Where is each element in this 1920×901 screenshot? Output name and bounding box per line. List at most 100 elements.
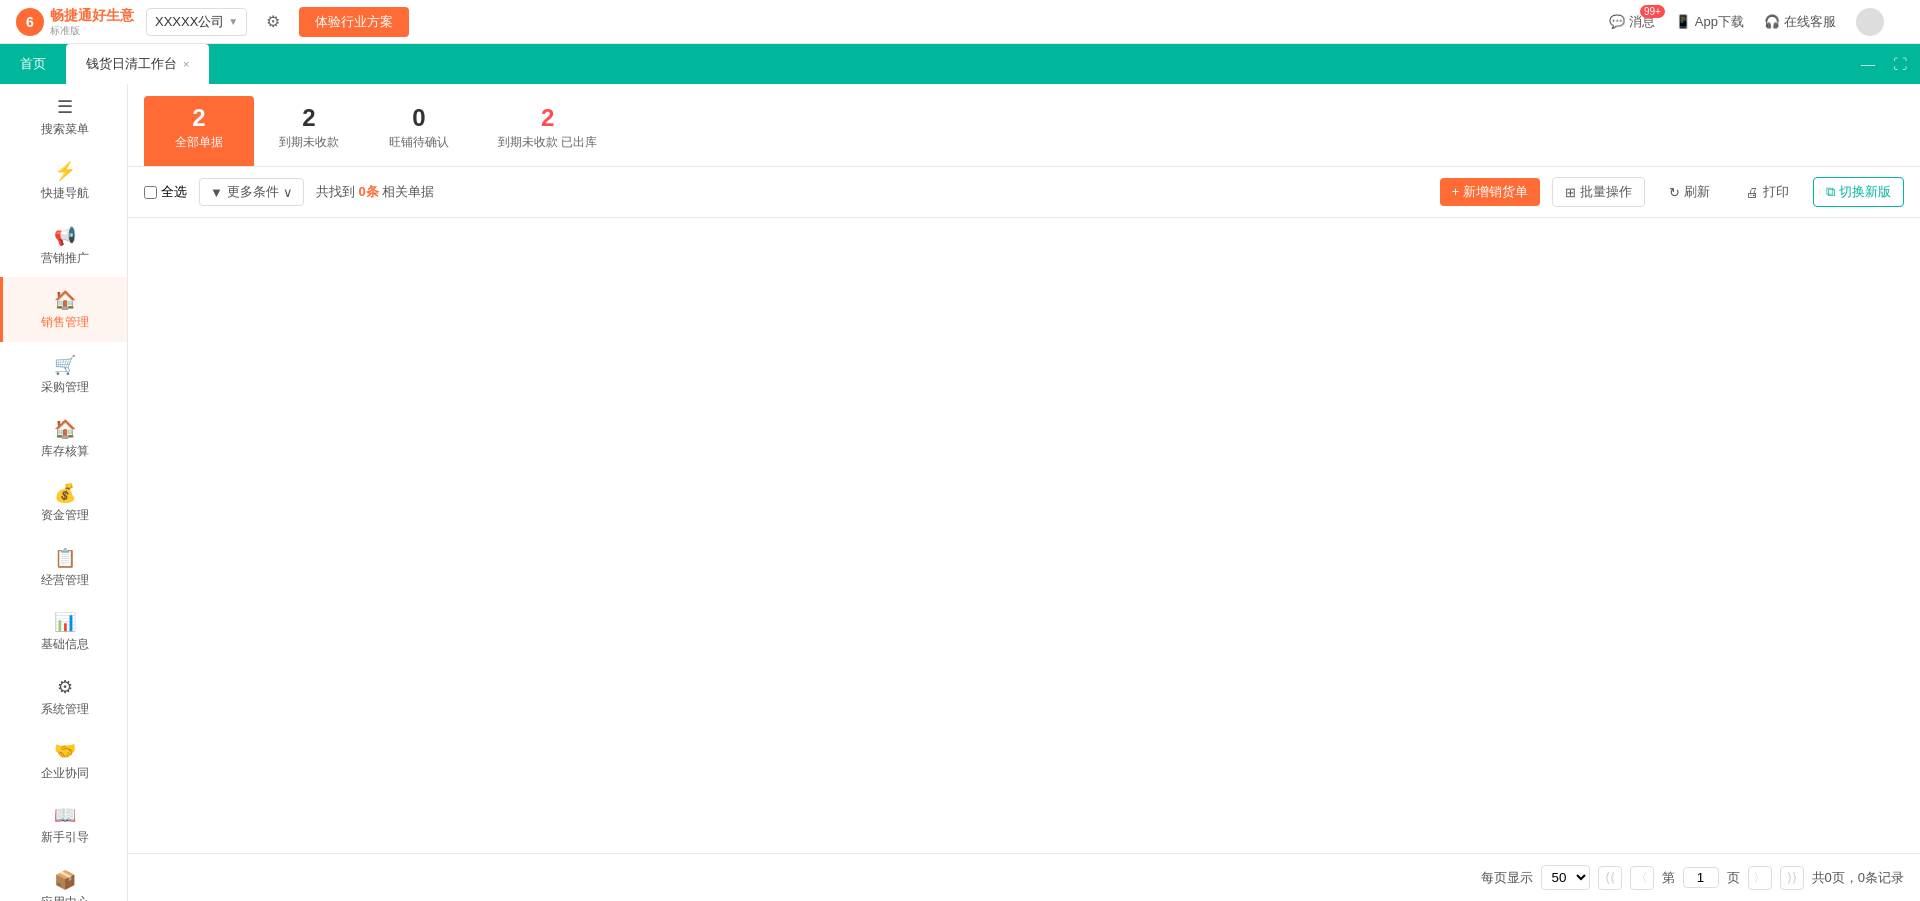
print-label: 打印 <box>1763 183 1789 201</box>
filter-button[interactable]: ▼ 更多条件 ∨ <box>199 178 304 206</box>
tab-work-bench[interactable]: 钱货日清工作台 × <box>66 44 209 84</box>
app-download-label: App下载 <box>1695 13 1744 31</box>
toolbar-left: 全选 ▼ 更多条件 ∨ 共找到 0条 相关单据 <box>144 178 1428 206</box>
system-icon: ⚙ <box>57 676 73 698</box>
sidebar-item-enterprise[interactable]: 🤝 企业协同 <box>0 728 127 792</box>
batch-button[interactable]: ⊞ 批量操作 <box>1552 177 1645 207</box>
search-menu-label: 搜索菜单 <box>41 122 89 136</box>
guide-label: 新手引导 <box>41 830 89 844</box>
sidebar-item-sales[interactable]: 🏠销售管理 <box>0 277 127 341</box>
sidebar-item-system[interactable]: ⚙ 系统管理 <box>0 664 127 728</box>
page-suffix: 页 <box>1727 869 1740 887</box>
stat-label-overdue: 到期未收款 <box>279 134 339 151</box>
stat-tab-all[interactable]: 2 全部单据 <box>144 96 254 166</box>
sidebar-item-marketing[interactable]: 📢 营销推广 <box>0 213 127 277</box>
refresh-button[interactable]: ↻ 刷新 <box>1657 178 1722 206</box>
header-left: 6 畅捷通好生意 标准版 XXXXX公司 ▼ ⚙ 体验行业方案 <box>16 6 409 37</box>
close-tab-icon[interactable]: × <box>183 58 189 70</box>
stat-tab-overdue[interactable]: 2 到期未收款 <box>254 96 364 166</box>
home-tab-label: 首页 <box>20 55 46 73</box>
trial-button[interactable]: 体验行业方案 <box>299 7 409 37</box>
stat-label-all: 全部单据 <box>175 134 223 151</box>
sidebar-item-operation[interactable]: 📋经营管理 <box>0 535 127 599</box>
header-right: 💬 消息 99+ 📱 App下载 🎧 在线客服 <box>1609 8 1904 36</box>
logo-icon: 6 <box>16 8 44 36</box>
first-page-button[interactable]: ⟨⟨ <box>1598 866 1622 890</box>
total-label: 共0页，0条记录 <box>1812 869 1904 887</box>
batch-icon: ⊞ <box>1565 185 1576 200</box>
basic-label: 基础信息 <box>41 637 89 651</box>
nav-tabs-right: — ⛶ <box>1856 52 1920 76</box>
operation-icon: 📋 <box>54 547 76 569</box>
add-button[interactable]: + 新增销货单 <box>1440 178 1540 206</box>
stat-tab-shipped[interactable]: 2 到期未收款 已出库 <box>474 96 621 166</box>
purchase-label: 采购管理 <box>41 380 89 394</box>
prev-page-button[interactable]: 〈 <box>1630 866 1654 890</box>
sidebar-item-app-center[interactable]: 📦应用中心 <box>0 857 127 901</box>
found-suffix: 相关单据 <box>382 184 434 199</box>
company-name: XXXXX公司 <box>155 13 224 31</box>
finance-label: 资金管理 <box>41 508 89 522</box>
select-all-label: 全选 <box>161 183 187 201</box>
filter-icon: ▼ <box>210 185 223 200</box>
minimize-icon[interactable]: — <box>1856 52 1880 76</box>
select-all-checkbox[interactable]: 全选 <box>144 183 187 201</box>
sidebar-item-basic[interactable]: 📊 基础信息 <box>0 599 127 663</box>
online-service-label: 在线客服 <box>1784 13 1836 31</box>
purchase-icon: 🛒 <box>54 354 76 376</box>
sidebar-item-quick-nav[interactable]: ⚡快捷导航 <box>0 148 127 212</box>
stat-tabs: 2 全部单据 2 到期未收款 0 旺铺待确认 2 到期未收款 已出库 <box>128 84 1920 167</box>
sidebar-item-guide[interactable]: 📖 新手引导 <box>0 792 127 856</box>
stat-count-pending: 0 <box>412 104 425 132</box>
main-layout: ☰ 搜索菜单 ⚡快捷导航 📢 营销推广 🏠销售管理 🛒 采购管理 🏠库存核算 💰 资金管理 📋经营管理… <box>0 84 1920 901</box>
print-button[interactable]: 🖨 打印 <box>1734 178 1801 206</box>
sidebar-item-finance[interactable]: 💰 资金管理 <box>0 470 127 534</box>
last-page-button[interactable]: ⟩⟩ <box>1780 866 1804 890</box>
page-prefix: 第 <box>1662 869 1675 887</box>
page-input[interactable] <box>1683 867 1719 888</box>
switch-version-button[interactable]: ⧉ 切换新版 <box>1813 177 1904 207</box>
guide-icon: 📖 <box>54 804 76 826</box>
marketing-label: 营销推广 <box>41 251 89 265</box>
per-page-label: 每页显示 <box>1481 869 1533 887</box>
enterprise-label: 企业协同 <box>41 766 89 780</box>
enterprise-icon: 🤝 <box>54 740 76 762</box>
online-service-action[interactable]: 🎧 在线客服 <box>1764 13 1836 31</box>
marketing-icon: 📢 <box>54 225 76 247</box>
avatar[interactable] <box>1856 8 1884 36</box>
stat-count-shipped: 2 <box>541 104 554 132</box>
app-download-icon: 📱 <box>1675 14 1691 29</box>
next-page-button[interactable]: 〉 <box>1748 866 1772 890</box>
tab-home[interactable]: 首页 <box>0 44 66 84</box>
company-selector[interactable]: XXXXX公司 ▼ <box>146 8 247 36</box>
select-all-input[interactable] <box>144 186 157 199</box>
content-area: 2 全部单据 2 到期未收款 0 旺铺待确认 2 到期未收款 已出库 全选 <box>128 84 1920 901</box>
message-icon: 💬 <box>1609 14 1625 29</box>
sidebar-item-inventory[interactable]: 🏠库存核算 <box>0 406 127 470</box>
stat-label-pending: 旺铺待确认 <box>389 134 449 151</box>
stat-count-all: 2 <box>192 104 205 132</box>
switch-label: 切换新版 <box>1839 183 1891 201</box>
inventory-label: 库存核算 <box>41 444 89 458</box>
message-action[interactable]: 💬 消息 99+ <box>1609 13 1655 31</box>
finance-icon: 💰 <box>54 482 76 504</box>
system-label: 系统管理 <box>41 702 89 716</box>
found-prefix: 共找到 <box>316 184 355 199</box>
maximize-icon[interactable]: ⛶ <box>1888 52 1912 76</box>
search-menu-icon: ☰ <box>57 96 73 118</box>
basic-icon: 📊 <box>54 611 76 633</box>
message-badge: 99+ <box>1640 5 1665 18</box>
toolbar-right: + 新增销货单 ⊞ 批量操作 ↻ 刷新 🖨 打印 ⧉ 切换新版 <box>1440 177 1904 207</box>
found-count: 0条 <box>359 184 379 199</box>
chevron-filter-icon: ∨ <box>283 185 293 200</box>
top-header: 6 畅捷通好生意 标准版 XXXXX公司 ▼ ⚙ 体验行业方案 💬 消息 99+… <box>0 0 1920 44</box>
stat-tab-pending[interactable]: 0 旺铺待确认 <box>364 96 474 166</box>
app-download-action[interactable]: 📱 App下载 <box>1675 13 1744 31</box>
settings-icon[interactable]: ⚙ <box>259 8 287 36</box>
sidebar-item-purchase[interactable]: 🛒 采购管理 <box>0 342 127 406</box>
quick-nav-label: 快捷导航 <box>41 186 89 200</box>
app-center-icon: 📦 <box>54 869 76 891</box>
sidebar-item-search-menu[interactable]: ☰ 搜索菜单 <box>0 84 127 148</box>
per-page-select[interactable]: 50 <box>1541 865 1590 890</box>
refresh-icon: ↻ <box>1669 185 1680 200</box>
